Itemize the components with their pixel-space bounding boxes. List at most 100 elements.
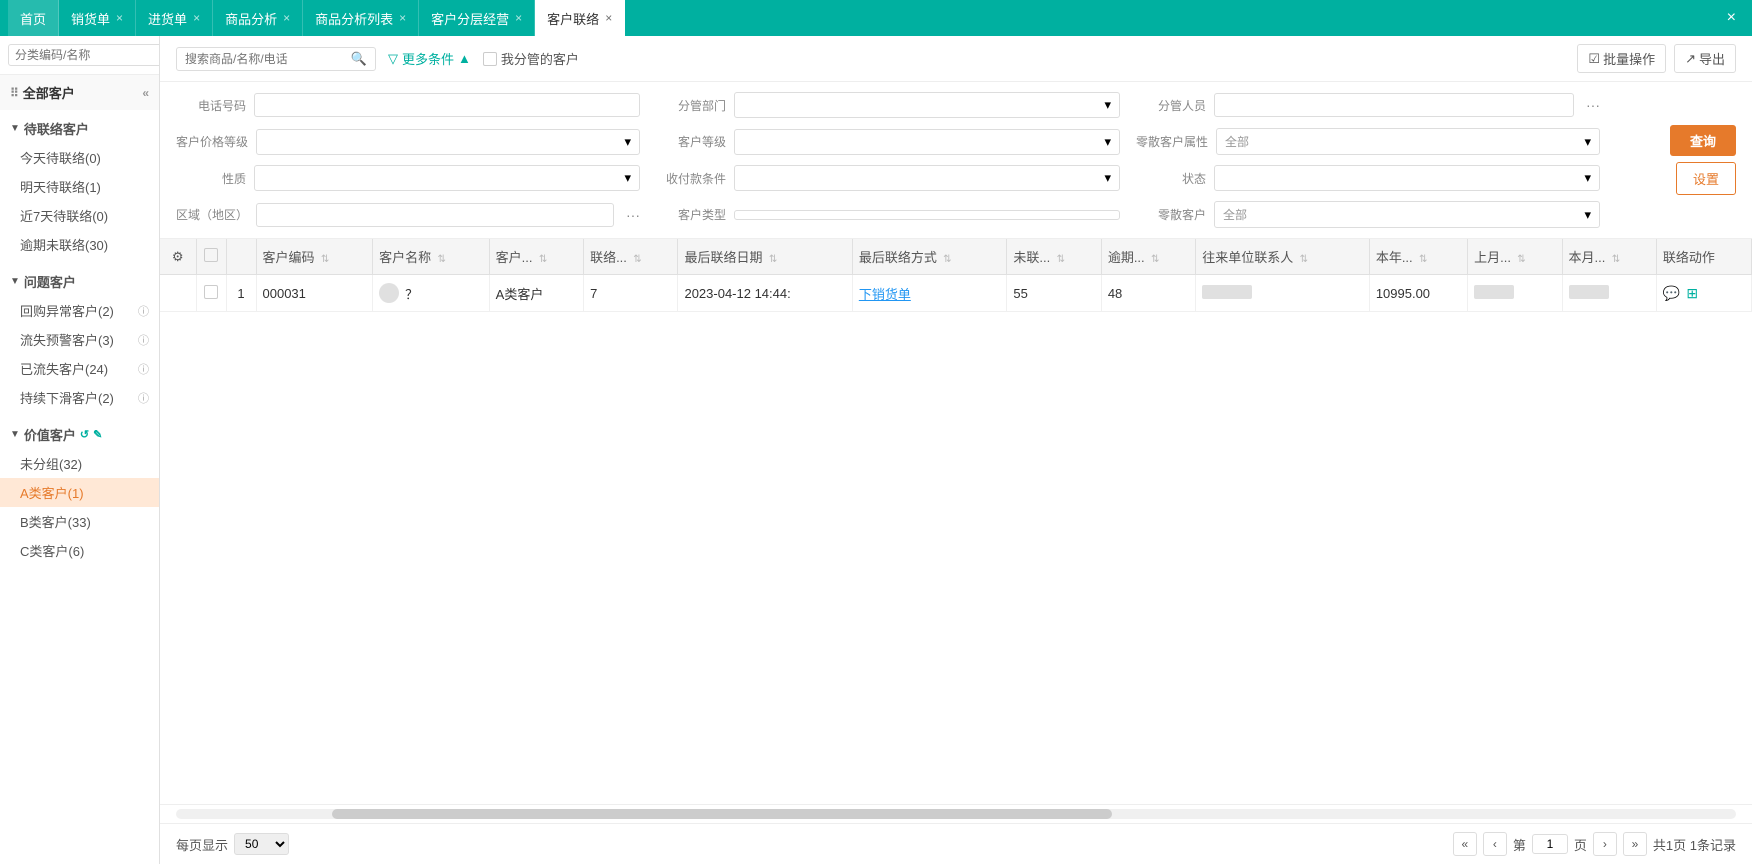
row-check-cell[interactable] bbox=[196, 275, 226, 312]
sidebar-collapse-button[interactable]: « bbox=[142, 86, 149, 100]
sidebar-item-a-class[interactable]: A类客户(1) bbox=[0, 478, 159, 507]
filter-select-payment[interactable]: ▾ bbox=[734, 165, 1120, 191]
row-last-method-link[interactable]: 下销货单 bbox=[859, 287, 911, 302]
row-checkbox[interactable] bbox=[204, 285, 218, 299]
nav-tab-purchase-close[interactable]: × bbox=[193, 11, 200, 25]
filter-select-customer-level[interactable]: ▾ bbox=[734, 129, 1120, 155]
sidebar-item-today[interactable]: 今天待联络(0) bbox=[0, 143, 159, 172]
filter-select-customer-type[interactable] bbox=[734, 210, 1120, 220]
ellipsis-icon-1[interactable]: ··· bbox=[1586, 97, 1600, 113]
last-page-button[interactable]: » bbox=[1623, 832, 1647, 856]
filter-input-manager[interactable] bbox=[1214, 93, 1574, 117]
col-uncontact-header[interactable]: 未联... ⇅ bbox=[1007, 239, 1101, 275]
sidebar-item-tomorrow[interactable]: 明天待联络(1) bbox=[0, 172, 159, 201]
col-last-month-header[interactable]: 上月... ⇅ bbox=[1468, 239, 1562, 275]
sidebar-section-problem-label: 问题客户 bbox=[24, 272, 76, 291]
filter-input-region[interactable] bbox=[256, 203, 614, 227]
col-code-header[interactable]: 客户编码 ⇅ bbox=[256, 239, 373, 275]
sidebar-item-declining[interactable]: 持续下滑客户(2) ⓘ bbox=[0, 383, 159, 412]
sidebar-item-week[interactable]: 近7天待联络(0) bbox=[0, 201, 159, 230]
nav-tab-sales[interactable]: 销货单 × bbox=[59, 0, 136, 36]
filter-select-price-level[interactable]: ▾ bbox=[256, 129, 640, 155]
sidebar-all-customers-label[interactable]: 全部客户 bbox=[23, 83, 75, 102]
nav-tab-customer-contact[interactable]: 客户联络 × bbox=[535, 0, 625, 36]
filter-select-scatter-attr[interactable]: 全部 ▾ bbox=[1216, 128, 1600, 155]
customer-table: ⚙ 客户编码 ⇅ 客户名称 ⇅ bbox=[160, 239, 1752, 312]
filter-label-status: 状态 bbox=[1136, 170, 1206, 187]
col-name-header[interactable]: 客户名称 ⇅ bbox=[373, 239, 490, 275]
next-page-button[interactable]: › bbox=[1593, 832, 1617, 856]
filter-search-input[interactable] bbox=[185, 52, 347, 66]
grid-action-icon[interactable]: ⊞ bbox=[1686, 285, 1698, 302]
sidebar-search-input[interactable] bbox=[8, 44, 160, 66]
filter-more-label: 更多条件 bbox=[402, 49, 454, 68]
nav-tab-analysis-list[interactable]: 商品分析列表 × bbox=[303, 0, 419, 36]
nav-tab-customer-contact-close[interactable]: × bbox=[605, 11, 612, 25]
filter-select-nature[interactable]: ▾ bbox=[254, 165, 640, 191]
edit-icon[interactable]: ✎ bbox=[93, 428, 102, 441]
filter-input-phone[interactable] bbox=[254, 93, 640, 117]
filter-label-phone: 电话号码 bbox=[176, 97, 246, 114]
refresh-icon[interactable]: ↺ bbox=[80, 428, 89, 441]
sidebar-item-overdue[interactable]: 逾期未联络(30) bbox=[0, 230, 159, 259]
nav-tab-customer-tier-close[interactable]: × bbox=[515, 11, 522, 25]
batch-ops-label: 批量操作 bbox=[1603, 49, 1655, 68]
nav-tab-analysis[interactable]: 商品分析 × bbox=[213, 0, 303, 36]
horizontal-scrollbar-thumb[interactable] bbox=[332, 809, 1112, 819]
sidebar-item-c-class[interactable]: C类客户(6) bbox=[0, 536, 159, 565]
filter-label-nature: 性质 bbox=[176, 170, 246, 187]
query-button[interactable]: 查询 bbox=[1670, 125, 1736, 156]
chat-action-icon[interactable]: 💬 bbox=[1663, 285, 1680, 302]
checkbox-icon[interactable] bbox=[483, 52, 497, 66]
col-settings-header[interactable]: ⚙ bbox=[160, 239, 196, 275]
col-this-year-header[interactable]: 本年... ⇅ bbox=[1369, 239, 1467, 275]
close-all-button[interactable]: × bbox=[1719, 9, 1744, 27]
col-action-label: 联络动作 bbox=[1663, 250, 1715, 265]
page-number-input[interactable] bbox=[1532, 834, 1568, 854]
filter-more-arrow-icon: ▲ bbox=[458, 51, 471, 66]
sidebar-item-b-class[interactable]: B类客户(33) bbox=[0, 507, 159, 536]
gear-icon[interactable]: ⚙ bbox=[172, 249, 184, 264]
sidebar-item-repurchase-abnormal[interactable]: 回购异常客户(2) ⓘ bbox=[0, 296, 159, 325]
col-last-date-header[interactable]: 最后联络日期 ⇅ bbox=[678, 239, 852, 275]
col-type-header[interactable]: 客户... ⇅ bbox=[489, 239, 583, 275]
col-this-month-header[interactable]: 本月... ⇅ bbox=[1562, 239, 1656, 275]
sidebar-section-pending-title[interactable]: ▼ 待联络客户 bbox=[0, 114, 159, 143]
settings-button[interactable]: 设置 bbox=[1676, 162, 1736, 195]
row-code-cell: 000031 bbox=[256, 275, 373, 312]
prev-page-button[interactable]: ‹ bbox=[1483, 832, 1507, 856]
nav-tab-analysis-close[interactable]: × bbox=[283, 11, 290, 25]
filter-select-scatter-customer[interactable]: 全部 ▾ bbox=[1214, 201, 1600, 228]
batch-ops-button[interactable]: ☑ 批量操作 bbox=[1577, 44, 1666, 73]
nav-tab-purchase-label: 进货单 bbox=[148, 9, 187, 28]
filter-search-icon[interactable]: 🔍 bbox=[351, 51, 367, 67]
sidebar-item-ungrouped[interactable]: 未分组(32) bbox=[0, 449, 159, 478]
col-contact-header[interactable]: 联络... ⇅ bbox=[584, 239, 678, 275]
my-customers-checkbox[interactable]: 我分管的客户 bbox=[483, 49, 579, 68]
col-contact-person-header[interactable]: 往来单位联系人 ⇅ bbox=[1196, 239, 1370, 275]
ellipsis-icon-2[interactable]: ··· bbox=[626, 207, 640, 223]
row-code: 000031 bbox=[263, 286, 306, 301]
nav-tab-analysis-list-close[interactable]: × bbox=[399, 11, 406, 25]
sidebar-section-problem-title[interactable]: ▼ 问题客户 bbox=[0, 267, 159, 296]
col-check-header[interactable] bbox=[196, 239, 226, 275]
nav-tab-sales-close[interactable]: × bbox=[116, 11, 123, 25]
export-button[interactable]: ↗ 导出 bbox=[1674, 44, 1736, 73]
first-page-button[interactable]: « bbox=[1453, 832, 1477, 856]
page-size-select[interactable]: 20 50 100 bbox=[234, 833, 289, 855]
filter-more-conditions[interactable]: ▽ 更多条件 ▲ bbox=[388, 49, 471, 68]
nav-tab-customer-tier[interactable]: 客户分层经营 × bbox=[419, 0, 535, 36]
filter-select-status[interactable]: ▾ bbox=[1214, 165, 1600, 191]
sidebar-section-value-title[interactable]: ▼ 价值客户 ↺ ✎ bbox=[0, 420, 159, 449]
row-last-date-cell: 2023-04-12 14:44: bbox=[678, 275, 852, 312]
info-icon-1: ⓘ bbox=[138, 303, 149, 319]
filter-select-dept[interactable]: ▾ bbox=[734, 92, 1120, 118]
horizontal-scrollbar[interactable] bbox=[176, 809, 1736, 819]
sidebar-item-churned[interactable]: 已流失客户(24) ⓘ bbox=[0, 354, 159, 383]
header-checkbox[interactable] bbox=[204, 248, 218, 262]
col-last-method-header[interactable]: 最后联络方式 ⇅ bbox=[852, 239, 1007, 275]
nav-tab-home[interactable]: 首页 bbox=[8, 0, 59, 36]
nav-tab-purchase[interactable]: 进货单 × bbox=[136, 0, 213, 36]
sidebar-item-churn-warning[interactable]: 流失预警客户(3) ⓘ bbox=[0, 325, 159, 354]
col-overdue-header[interactable]: 逾期... ⇅ bbox=[1101, 239, 1195, 275]
